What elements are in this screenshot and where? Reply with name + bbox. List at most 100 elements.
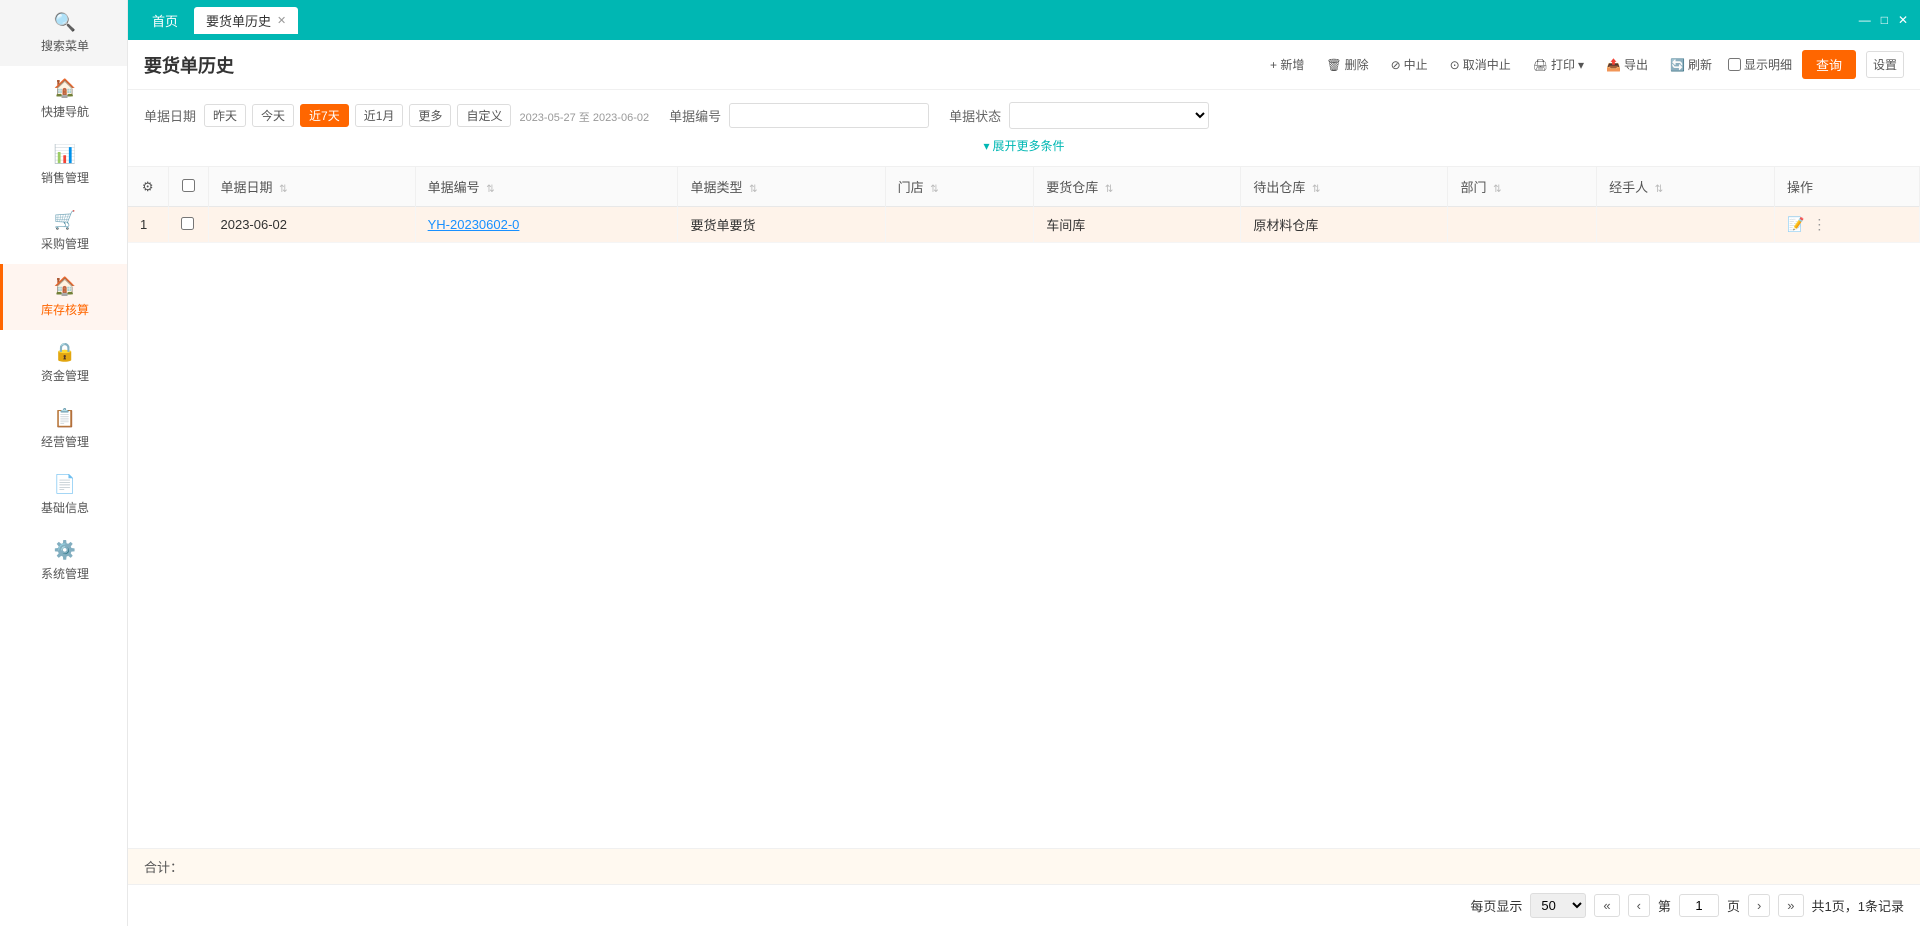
page-content: 要货单历史 + 新增 🗑 删除 ⊘ 中止 ⊙ 取消中止 🖨 打印 [128,40,1920,926]
table-header-row: ⚙ 单据日期 ⇅ 单据编号 ⇅ 单据类型 [128,167,1920,207]
display-detail-toggle[interactable]: 显示明细 [1728,56,1792,73]
status-select[interactable] [1009,102,1209,129]
row-action-buttons: 📝 ⋮ [1787,216,1907,233]
maximize-button[interactable]: □ [1881,13,1888,27]
col-store[interactable]: 门店 ⇅ [885,167,1034,207]
sales-icon: 📊 [54,144,76,165]
col-doc-no[interactable]: 单据编号 ⇅ [415,167,678,207]
col-settings[interactable]: ⚙ [128,167,168,207]
expand-more-button[interactable]: ▾ 展开更多条件 [983,137,1064,154]
close-button[interactable]: ✕ [1898,13,1908,27]
query-button[interactable]: 查询 [1802,50,1856,79]
search-menu-icon: 🔍 [54,12,76,33]
sidebar-item-label: 经营管理 [41,433,89,450]
filter-group-status: 单据状态 [949,102,1209,129]
date-btn-today[interactable]: 今天 [252,104,294,127]
expand-icon: ▾ [983,139,989,153]
cell-handler [1597,207,1775,243]
edit-icon[interactable]: 📝 [1787,216,1804,233]
sort-pending-warehouse-icon: ⇅ [1312,184,1320,195]
export-icon: 📤 [1606,58,1621,72]
stop-button[interactable]: ⊘ 中止 [1385,52,1434,77]
date-btn-1month[interactable]: 近1月 [355,104,404,127]
date-btn-custom[interactable]: 自定义 [457,104,511,127]
sidebar-item-basic-info[interactable]: 📄 基础信息 [0,462,127,528]
page-title: 要货单历史 [144,52,234,78]
export-button[interactable]: 📤 导出 [1600,52,1654,77]
prev-page-button[interactable]: ‹ [1628,894,1650,917]
sort-date-icon: ⇅ [279,184,287,195]
sidebar-item-label: 销售管理 [41,169,89,186]
page-size-label: 每页显示 [1470,896,1522,915]
tab-close-icon[interactable]: ✕ [277,14,286,27]
cell-date: 2023-06-02 [208,207,415,243]
filter-group-date: 单据日期 昨天 今天 近7天 近1月 更多 自定义 2023-05-27 至 2… [144,104,649,127]
cell-req-warehouse: 车间库 [1034,207,1241,243]
sidebar-item-sys-mgmt[interactable]: ⚙️ 系统管理 [0,528,127,594]
minimize-button[interactable]: — [1859,13,1871,27]
page-number-input[interactable] [1679,894,1719,917]
cell-actions: 📝 ⋮ [1774,207,1919,243]
row-checkbox[interactable] [181,217,194,230]
date-btn-more[interactable]: 更多 [409,104,451,127]
topbar: 首页 要货单历史 ✕ — □ ✕ [128,0,1920,40]
settings-button[interactable]: 设置 [1866,51,1904,78]
sidebar-item-purchase-mgmt[interactable]: 🛒 采购管理 [0,198,127,264]
inventory-icon: 🏠 [54,276,76,297]
col-doc-type[interactable]: 单据类型 ⇅ [678,167,885,207]
sidebar-item-ops-mgmt[interactable]: 📋 经营管理 [0,396,127,462]
doc-no-input[interactable] [729,103,929,128]
cancel-stop-icon: ⊙ [1450,58,1460,72]
refresh-icon: 🔄 [1670,58,1685,72]
date-shortcuts: 昨天 今天 近7天 近1月 更多 自定义 [204,104,511,127]
sys-icon: ⚙️ [54,540,76,561]
date-btn-7days[interactable]: 近7天 [300,104,349,127]
select-all-checkbox[interactable] [182,179,195,192]
col-req-warehouse[interactable]: 要货仓库 ⇅ [1034,167,1241,207]
col-date[interactable]: 单据日期 ⇅ [208,167,415,207]
page-label: 第 [1658,896,1671,915]
date-filter-label: 单据日期 [144,106,196,125]
filter-area: 单据日期 昨天 今天 近7天 近1月 更多 自定义 2023-05-27 至 2… [128,90,1920,167]
header-actions: + 新增 🗑 删除 ⊘ 中止 ⊙ 取消中止 🖨 打印 ▾ [1264,50,1904,79]
expand-more-area: ▾ 展开更多条件 [144,137,1904,154]
total-info: 共1页，1条记录 [1812,896,1904,915]
print-button[interactable]: 🖨 打印 ▾ [1527,52,1590,77]
sidebar-item-inventory[interactable]: 🏠 库存核算 [0,264,127,330]
last-page-button[interactable]: » [1778,894,1803,917]
topbar-window-actions: — □ ✕ [1859,13,1908,27]
refresh-button[interactable]: 🔄 刷新 [1664,52,1718,77]
display-detail-checkbox[interactable] [1728,58,1741,71]
date-range-display: 2023-05-27 至 2023-06-02 [519,107,649,125]
col-pending-warehouse[interactable]: 待出仓库 ⇅ [1241,167,1448,207]
sidebar-item-quick-nav[interactable]: 🏠 快捷导航 [0,66,127,132]
delete-button[interactable]: 🗑 删除 [1320,52,1374,77]
doc-no-link[interactable]: YH-20230602-0 [428,217,520,232]
next-page-button[interactable]: › [1748,894,1770,917]
sort-doc-type-icon: ⇅ [749,184,757,195]
quick-nav-icon: 🏠 [54,78,76,99]
col-handler[interactable]: 经手人 ⇅ [1597,167,1775,207]
sidebar-item-sales-mgmt[interactable]: 📊 销售管理 [0,132,127,198]
delete-icon: 🗑 [1326,58,1341,72]
first-page-button[interactable]: « [1594,894,1619,917]
finance-icon: 🔒 [54,342,76,363]
more-actions-icon[interactable]: ⋮ [1812,216,1826,233]
sidebar-item-label: 基础信息 [41,499,89,516]
requisition-table: ⚙ 单据日期 ⇅ 单据编号 ⇅ 单据类型 [128,167,1920,243]
sidebar-item-finance[interactable]: 🔒 资金管理 [0,330,127,396]
col-department[interactable]: 部门 ⇅ [1448,167,1597,207]
cancel-stop-button[interactable]: ⊙ 取消中止 [1444,52,1517,77]
date-btn-yesterday[interactable]: 昨天 [204,104,246,127]
sidebar-item-search-menu[interactable]: 🔍 搜索菜单 [0,0,127,66]
cell-no: 1 [128,207,168,243]
page-size-select[interactable]: 50 20 100 200 [1530,893,1586,918]
sort-doc-no-icon: ⇅ [486,184,494,195]
tab-requisition-history[interactable]: 要货单历史 ✕ [194,7,298,34]
tab-home[interactable]: 首页 [140,7,190,34]
new-button[interactable]: + 新增 [1264,52,1310,77]
print-icon: 🖨 [1533,58,1548,72]
purchase-icon: 🛒 [54,210,76,231]
main-content: 首页 要货单历史 ✕ — □ ✕ 要货单历史 + 新增 🗑 删除 ⊘ 中 [128,0,1920,926]
sort-store-icon: ⇅ [930,184,938,195]
